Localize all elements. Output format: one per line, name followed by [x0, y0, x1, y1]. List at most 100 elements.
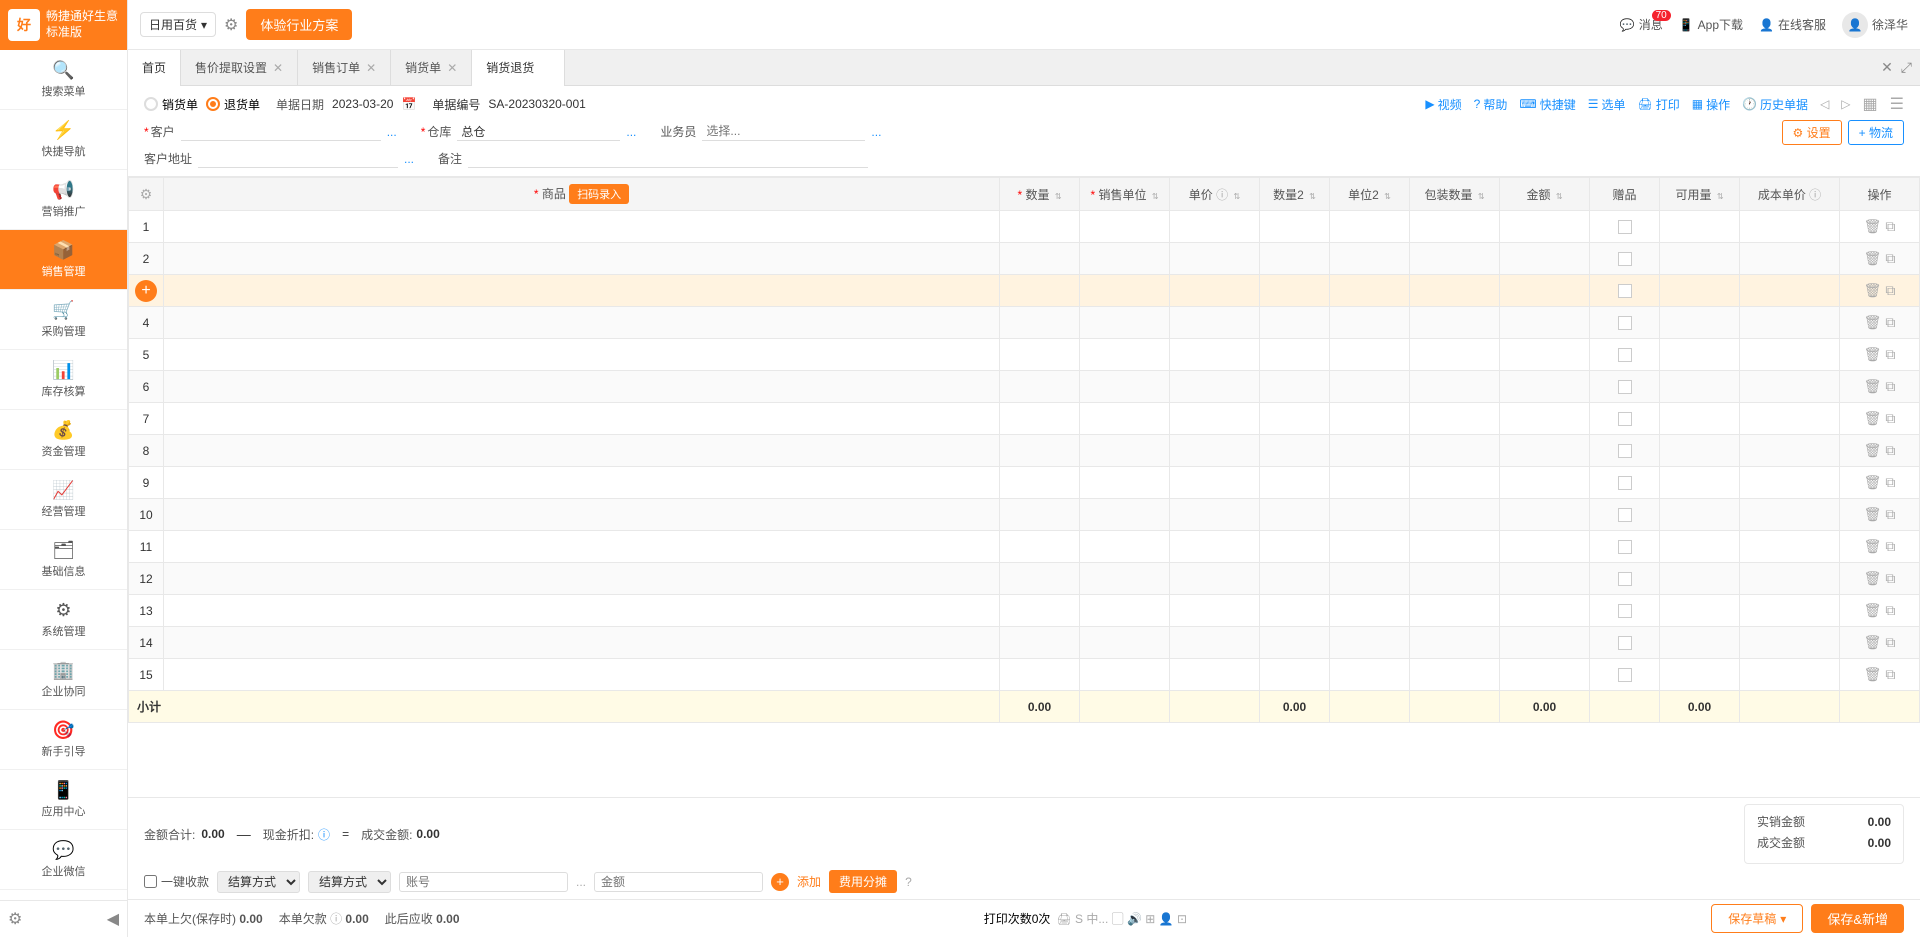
copy-icon[interactable]: ⧉: [1885, 282, 1895, 298]
sidebar-item-inventory[interactable]: 📊 库存核算: [0, 350, 127, 410]
copy-icon[interactable]: ⧉: [1885, 250, 1895, 266]
delete-icon[interactable]: 🗑: [1864, 474, 1882, 490]
delete-icon[interactable]: 🗑: [1864, 250, 1882, 266]
settings-button[interactable]: ⚙ 设置: [1782, 120, 1842, 145]
calc-method-select[interactable]: 结算方式: [308, 871, 391, 893]
delete-icon[interactable]: 🗑: [1864, 442, 1882, 458]
sidebar-item-sales[interactable]: 📦 销售管理: [0, 230, 127, 290]
gift-checkbox[interactable]: [1618, 284, 1632, 298]
shortcut-link[interactable]: ⌨ 快捷键: [1519, 96, 1575, 113]
operate-link[interactable]: ▦ 操作: [1692, 96, 1730, 113]
gift-checkbox[interactable]: [1618, 220, 1632, 234]
select-link[interactable]: ☰ 选单: [1588, 96, 1626, 113]
sidebar-item-guide[interactable]: 🎯 新手引导: [0, 710, 127, 770]
copy-icon[interactable]: ⧉: [1885, 314, 1895, 330]
delete-icon[interactable]: 🗑: [1864, 634, 1882, 650]
sidebar-item-purchase[interactable]: 🛒 采购管理: [0, 290, 127, 350]
copy-icon[interactable]: ⧉: [1885, 346, 1895, 362]
copy-icon[interactable]: ⧉: [1885, 506, 1895, 522]
close-all-icon[interactable]: ✕: [1881, 59, 1893, 76]
copy-icon[interactable]: ⧉: [1885, 602, 1895, 618]
sidebar-item-vip[interactable]: V 畅会员: [0, 890, 127, 900]
tab-delivery-close-icon[interactable]: ✕: [447, 61, 457, 75]
salesperson-input[interactable]: [702, 122, 865, 141]
radio-delivery[interactable]: 销货单: [144, 96, 198, 113]
add-row-button[interactable]: +: [135, 280, 157, 302]
address-input[interactable]: [198, 149, 398, 168]
th-amount[interactable]: 金额 ⇅: [1500, 178, 1590, 211]
delete-icon[interactable]: 🗑: [1864, 282, 1882, 298]
addflow-button[interactable]: + 物流: [1848, 120, 1904, 145]
tab-price-close-icon[interactable]: ✕: [273, 61, 283, 75]
app-download-item[interactable]: 📱 App下载: [1679, 16, 1743, 33]
history-link[interactable]: 🕐 历史单据: [1742, 96, 1808, 113]
sidebar-item-enterprise[interactable]: 🏢 企业协同: [0, 650, 127, 710]
copy-icon[interactable]: ⧉: [1885, 570, 1895, 586]
sidebar-item-marketing[interactable]: 📢 营销推广: [0, 170, 127, 230]
nav-next-icon[interactable]: ▷: [1841, 97, 1850, 111]
sidebar-collapse-icon[interactable]: ◀: [107, 909, 119, 929]
customer-input[interactable]: [181, 122, 381, 141]
th-sales-unit[interactable]: * 销售单位 ⇅: [1080, 178, 1170, 211]
gift-checkbox[interactable]: [1618, 412, 1632, 426]
delete-icon[interactable]: 🗑: [1864, 666, 1882, 682]
th-price[interactable]: 单价 ⓘ ⇅: [1170, 178, 1260, 211]
delete-icon[interactable]: 🗑: [1864, 570, 1882, 586]
gift-checkbox[interactable]: [1618, 380, 1632, 394]
customer-more-icon[interactable]: ...: [387, 125, 397, 139]
payment-amount-input[interactable]: [594, 872, 763, 892]
date-selector[interactable]: 日用百货 ▾: [140, 12, 216, 37]
gift-checkbox[interactable]: [1618, 540, 1632, 554]
delete-icon[interactable]: 🗑: [1864, 602, 1882, 618]
copy-icon[interactable]: ⧉: [1885, 538, 1895, 554]
warehouse-input[interactable]: [457, 122, 620, 141]
salesperson-more-icon[interactable]: ...: [871, 125, 881, 139]
add-payment-button[interactable]: +: [771, 873, 789, 891]
copy-icon[interactable]: ⧉: [1885, 474, 1895, 490]
gift-checkbox[interactable]: [1618, 348, 1632, 362]
save-draft-button[interactable]: 保存草稿 ▾: [1711, 904, 1803, 933]
copy-icon[interactable]: ⧉: [1885, 410, 1895, 426]
sidebar-item-quicknav[interactable]: ⚡ 快捷导航: [0, 110, 127, 170]
gear-icon[interactable]: ⚙: [140, 186, 153, 202]
calendar-icon[interactable]: 📅: [401, 97, 416, 111]
scan-button[interactable]: 扫码录入: [569, 184, 629, 204]
copy-icon[interactable]: ⧉: [1885, 442, 1895, 458]
topbar-gear-icon[interactable]: ⚙: [224, 15, 238, 35]
radio-returns[interactable]: 退货单: [206, 96, 260, 113]
tab-home[interactable]: 首页: [128, 50, 181, 86]
sidebar-item-finance[interactable]: 💰 资金管理: [0, 410, 127, 470]
tab-delivery[interactable]: 销货单 ✕: [391, 50, 472, 86]
gift-checkbox[interactable]: [1618, 668, 1632, 682]
fee-split-button[interactable]: 费用分摊: [829, 870, 897, 893]
th-cost[interactable]: 成本单价 ⓘ: [1740, 178, 1840, 211]
online-service-item[interactable]: 👤 在线客服: [1759, 16, 1826, 33]
print-link[interactable]: 🖨 打印: [1637, 96, 1679, 113]
warehouse-more-icon[interactable]: ...: [626, 125, 636, 139]
user-avatar-item[interactable]: 👤 徐泽华: [1842, 12, 1908, 38]
sidebar-item-basics[interactable]: 🗂 基础信息: [0, 530, 127, 590]
sidebar-item-appcenter[interactable]: 📱 应用中心: [0, 770, 127, 830]
th-pack[interactable]: 包装数量 ⇅: [1410, 178, 1500, 211]
grid-view-icon[interactable]: ▦: [1863, 94, 1878, 114]
save-new-button[interactable]: 保存&新增: [1811, 904, 1904, 933]
fee-help-icon[interactable]: ?: [905, 875, 912, 889]
settle-method-select[interactable]: 结算方式: [217, 871, 300, 893]
tab-returns-close-icon[interactable]: ✕: [540, 61, 550, 75]
th-available[interactable]: 可用量 ⇅: [1660, 178, 1740, 211]
gift-checkbox[interactable]: [1618, 316, 1632, 330]
gift-checkbox[interactable]: [1618, 476, 1632, 490]
copy-icon[interactable]: ⧉: [1885, 218, 1895, 234]
sidebar-item-operations[interactable]: 📈 经营管理: [0, 470, 127, 530]
tab-returns[interactable]: 销货退货 ✕: [472, 50, 565, 86]
delete-icon[interactable]: 🗑: [1864, 506, 1882, 522]
tab-price-setting[interactable]: 售价提取设置 ✕: [181, 50, 298, 86]
help-link[interactable]: ? 帮助: [1474, 96, 1508, 113]
account-more-icon[interactable]: ...: [576, 875, 586, 889]
copy-icon[interactable]: ⧉: [1885, 634, 1895, 650]
tab-sales-order[interactable]: 销售订单 ✕: [298, 50, 391, 86]
delete-icon[interactable]: 🗑: [1864, 410, 1882, 426]
delete-icon[interactable]: 🗑: [1864, 538, 1882, 554]
delete-icon[interactable]: 🗑: [1864, 218, 1882, 234]
remark-input[interactable]: [468, 149, 868, 168]
